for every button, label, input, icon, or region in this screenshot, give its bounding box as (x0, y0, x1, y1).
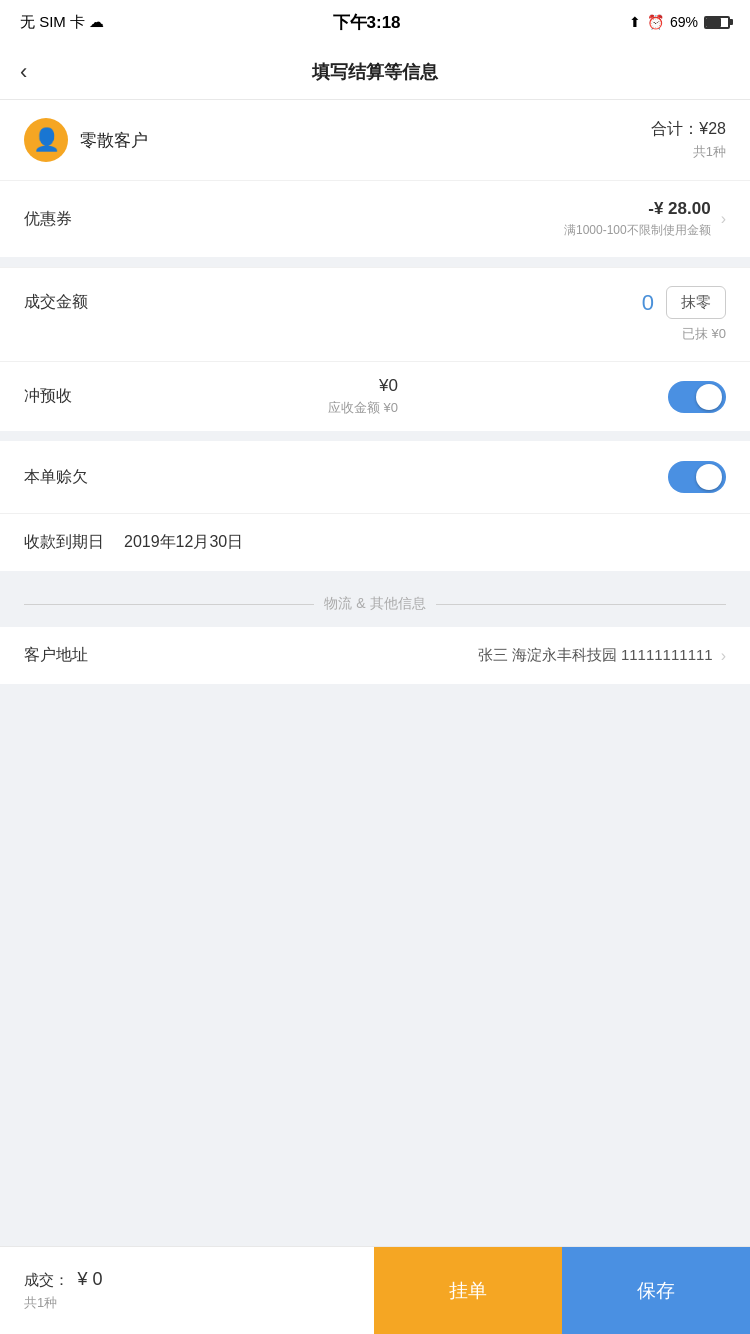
customer-right: 合计：¥28 共1种 (651, 119, 726, 161)
back-button[interactable]: ‹ (20, 59, 27, 85)
round-button[interactable]: 抹零 (666, 286, 726, 319)
customer-name: 零散客户 (80, 129, 148, 152)
logistics-section-divider: 物流 & 其他信息 (0, 581, 750, 627)
amount-section: 成交金额 0 抹零 已抹 ¥0 (0, 267, 750, 361)
status-bar: 无 SIM 卡 ☁ 下午3:18 ⬆ ⏰ 69% (0, 0, 750, 44)
customer-row: 👤 零散客户 合计：¥28 共1种 (0, 100, 750, 180)
duedate-row: 收款到期日 2019年12月30日 (0, 513, 750, 571)
debt-row: 本单赊欠 (0, 441, 750, 513)
amount-row: 成交金额 0 抹零 (24, 286, 726, 319)
section-label: 物流 & 其他信息 (324, 595, 425, 613)
nav-bar: ‹ 填写结算等信息 (0, 44, 750, 100)
coupon-right: -¥ 28.00 满1000-100不限制使用金额 › (564, 199, 726, 239)
alarm-icon: ⏰ (647, 14, 664, 30)
toggle-knob (696, 384, 722, 410)
battery-icon (704, 16, 730, 29)
address-row[interactable]: 客户地址 张三 海淀永丰科技园 11111111111 › (0, 627, 750, 684)
transaction-value[interactable]: 0 (642, 290, 654, 316)
prepayment-row: 冲预收 ¥0 应收金额 ¥0 (0, 361, 750, 431)
save-button[interactable]: 保存 (562, 1247, 750, 1335)
prepayment-toggle[interactable] (668, 381, 726, 413)
battery-percent: 69% (670, 14, 698, 30)
address-chevron-icon: › (721, 647, 726, 665)
nav-title: 填写结算等信息 (312, 60, 438, 84)
prepayment-amounts: ¥0 应收金额 ¥0 (328, 376, 398, 417)
total-amount: 合计：¥28 (651, 119, 726, 140)
bottom-deal-amount: ¥ 0 (77, 1269, 102, 1289)
status-right: ⬆ ⏰ 69% (629, 14, 730, 30)
coupon-description: 满1000-100不限制使用金额 (564, 222, 711, 239)
total-count: 共1种 (651, 143, 726, 161)
already-rounded: 已抹 ¥0 (24, 325, 726, 343)
debt-label: 本单赊欠 (24, 467, 88, 488)
receivable-amount: 应收金额 ¥0 (328, 399, 398, 417)
duedate-label: 收款到期日 (24, 532, 104, 553)
hang-button[interactable]: 挂单 (374, 1247, 562, 1335)
bottom-deal-row: 成交： ¥ 0 (24, 1269, 350, 1290)
debt-toggle-knob (696, 464, 722, 490)
address-value: 张三 海淀永丰科技园 11111111111 (108, 646, 713, 665)
coupon-value-block: -¥ 28.00 满1000-100不限制使用金额 (564, 199, 711, 239)
prepayment-value: ¥0 (328, 376, 398, 396)
amount-input-area: 0 抹零 (642, 286, 726, 319)
coupon-discount: -¥ 28.00 (564, 199, 711, 219)
status-time: 下午3:18 (333, 11, 401, 34)
prepayment-label: 冲预收 (24, 386, 72, 407)
duedate-value: 2019年12月30日 (124, 532, 243, 553)
bottom-info: 成交： ¥ 0 共1种 (0, 1269, 374, 1312)
bottom-bar: 成交： ¥ 0 共1种 挂单 保存 (0, 1246, 750, 1334)
location-icon: ⬆ (629, 14, 641, 30)
coupon-chevron-icon: › (721, 210, 726, 228)
transaction-card: 成交金额 0 抹零 已抹 ¥0 冲预收 ¥0 应收金额 ¥0 (0, 267, 750, 431)
bottom-deal-label: 成交： (24, 1271, 69, 1288)
no-sim-text: 无 SIM 卡 ☁ (20, 13, 104, 32)
bottom-count: 共1种 (24, 1294, 350, 1312)
debt-card: 本单赊欠 收款到期日 2019年12月30日 (0, 441, 750, 571)
address-label: 客户地址 (24, 645, 88, 666)
content: 👤 零散客户 合计：¥28 共1种 优惠券 -¥ 28.00 满1000-100… (0, 100, 750, 794)
coupon-label: 优惠券 (24, 209, 72, 230)
coupon-row[interactable]: 优惠券 -¥ 28.00 满1000-100不限制使用金额 › (0, 180, 750, 257)
transaction-label: 成交金额 (24, 292, 88, 313)
debt-toggle[interactable] (668, 461, 726, 493)
customer-avatar: 👤 (24, 118, 68, 162)
avatar-icon: 👤 (33, 127, 60, 153)
customer-card: 👤 零散客户 合计：¥28 共1种 优惠券 -¥ 28.00 满1000-100… (0, 100, 750, 257)
customer-left: 👤 零散客户 (24, 118, 148, 162)
status-left: 无 SIM 卡 ☁ (20, 13, 104, 32)
divider-line-left (24, 604, 314, 605)
divider-line-right (436, 604, 726, 605)
